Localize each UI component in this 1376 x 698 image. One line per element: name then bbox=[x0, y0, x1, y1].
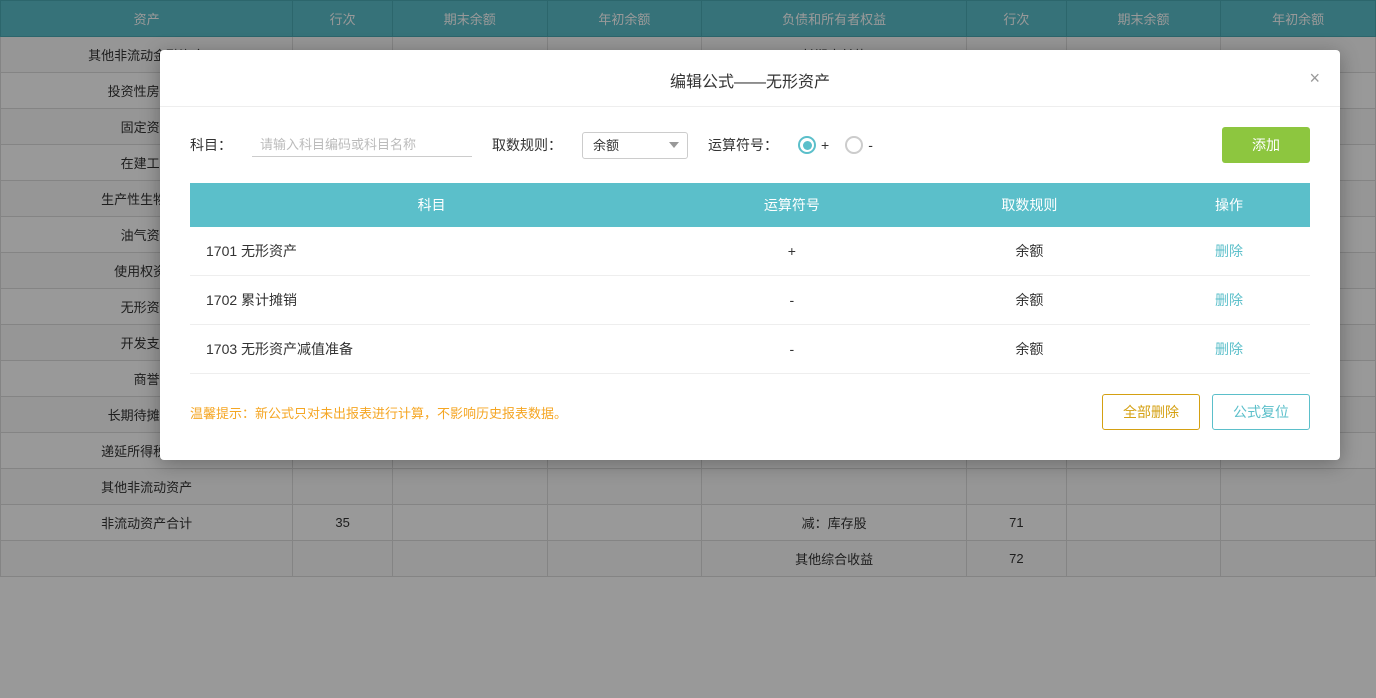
operator-minus-label: - bbox=[868, 137, 873, 153]
hint-text: 温馨提示：新公式只对未出报表进行计算，不影响历史报表数据。 bbox=[190, 403, 567, 422]
add-button[interactable]: 添加 bbox=[1222, 127, 1310, 163]
operator-plus-radio[interactable]: + bbox=[798, 136, 829, 154]
rule-label: 取数规则： bbox=[492, 135, 562, 155]
formula-action-0: 删除 bbox=[1148, 227, 1310, 276]
col-subject: 科目 bbox=[190, 183, 673, 227]
rule-select[interactable]: 余额 借方 贷方 借方发生额 贷方发生额 bbox=[582, 132, 688, 159]
table-header-row: 科目 运算符号 取数规则 操作 bbox=[190, 183, 1310, 227]
subject-label: 科目： bbox=[190, 135, 232, 155]
footer-buttons: 全部删除 公式复位 bbox=[1102, 394, 1310, 430]
formula-subject-2: 1703 无形资产减值准备 bbox=[190, 325, 673, 374]
formula-operator-2: - bbox=[673, 325, 910, 374]
operator-radio-group: + - bbox=[798, 136, 873, 154]
operator-minus-circle bbox=[845, 136, 863, 154]
formula-subject-0: 1701 无形资产 bbox=[190, 227, 673, 276]
col-operator: 运算符号 bbox=[673, 183, 910, 227]
operator-label: 运算符号： bbox=[708, 135, 778, 155]
modal-title: 编辑公式——无形资产 bbox=[670, 68, 830, 92]
formula-table: 科目 运算符号 取数规则 操作 1701 无形资产+余额删除1702 累计摊销-… bbox=[190, 183, 1310, 374]
reset-formula-button[interactable]: 公式复位 bbox=[1212, 394, 1310, 430]
col-action: 操作 bbox=[1148, 183, 1310, 227]
modal-close-button[interactable]: × bbox=[1309, 69, 1320, 87]
modal-header: 编辑公式——无形资产 × bbox=[160, 50, 1340, 107]
modal-footer: 温馨提示：新公式只对未出报表进行计算，不影响历史报表数据。 全部删除 公式复位 bbox=[160, 374, 1340, 430]
formula-row: 1702 累计摊销-余额 删除 bbox=[190, 276, 1310, 325]
formula-rule-1: 余额 bbox=[911, 276, 1148, 325]
delete-row-1-button[interactable]: 删除 bbox=[1215, 292, 1243, 308]
formula-action-2: 删除 bbox=[1148, 325, 1310, 374]
col-rule: 取数规则 bbox=[911, 183, 1148, 227]
subject-input[interactable] bbox=[252, 133, 472, 157]
formula-operator-1: - bbox=[673, 276, 910, 325]
delete-row-0-button[interactable]: 删除 bbox=[1215, 243, 1243, 259]
formula-operator-0: + bbox=[673, 227, 910, 276]
operator-plus-label: + bbox=[821, 137, 829, 153]
formula-rule-2: 余额 bbox=[911, 325, 1148, 374]
operator-plus-circle bbox=[798, 136, 816, 154]
formula-action-1: 删除 bbox=[1148, 276, 1310, 325]
formula-row: 1703 无形资产减值准备-余额 删除 bbox=[190, 325, 1310, 374]
formula-row: 1701 无形资产+余额 删除 bbox=[190, 227, 1310, 276]
delete-all-button[interactable]: 全部删除 bbox=[1102, 394, 1200, 430]
form-row: 科目： 取数规则： 余额 借方 贷方 借方发生额 贷方发生额 运算符号： + -… bbox=[160, 107, 1340, 183]
operator-minus-radio[interactable]: - bbox=[845, 136, 873, 154]
delete-row-2-button[interactable]: 删除 bbox=[1215, 341, 1243, 357]
formula-rule-0: 余额 bbox=[911, 227, 1148, 276]
modal-dialog: 编辑公式——无形资产 × 科目： 取数规则： 余额 借方 贷方 借方发生额 贷方… bbox=[160, 50, 1340, 460]
data-table-wrapper: 科目 运算符号 取数规则 操作 1701 无形资产+余额删除1702 累计摊销-… bbox=[160, 183, 1340, 374]
formula-subject-1: 1702 累计摊销 bbox=[190, 276, 673, 325]
